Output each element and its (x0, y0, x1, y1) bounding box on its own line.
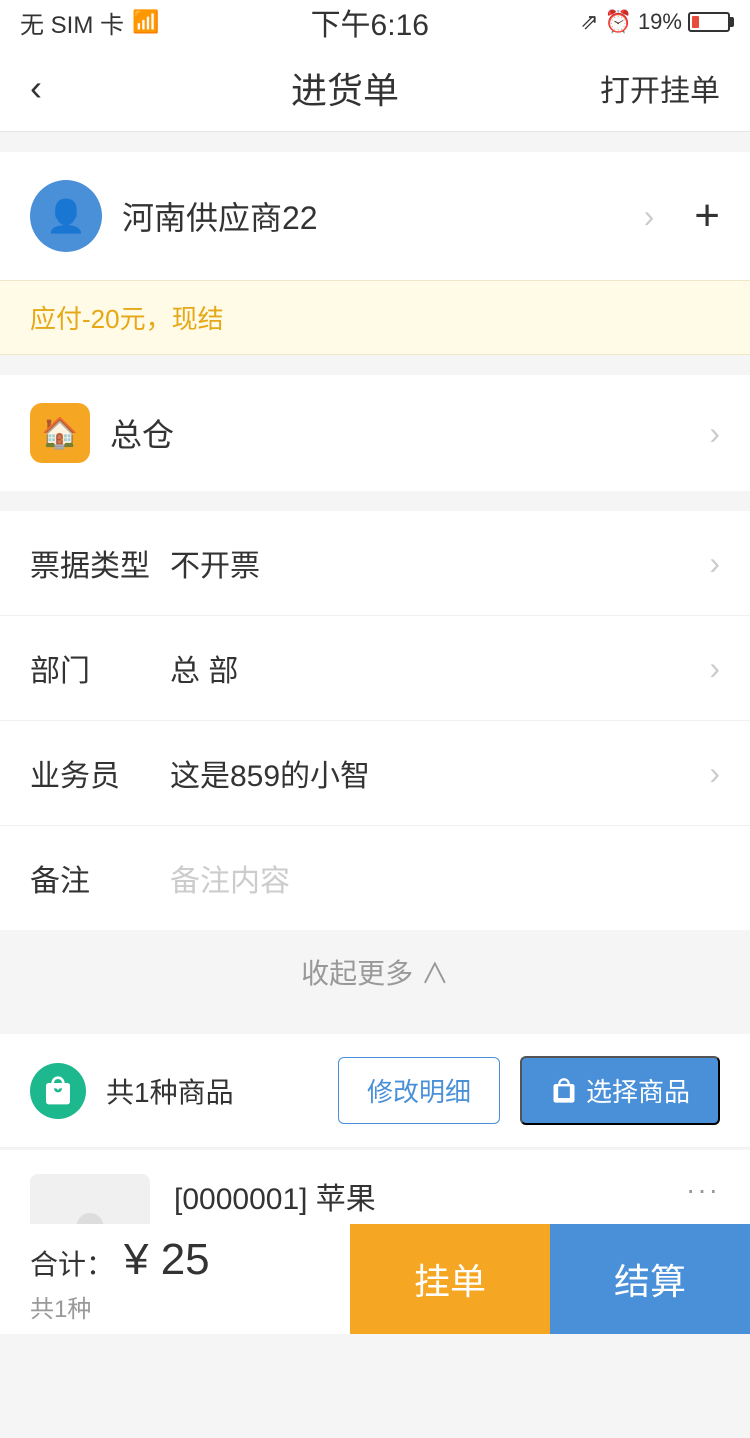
modify-detail-button[interactable]: 修改明细 (338, 1057, 500, 1124)
invoice-arrow-icon: › (709, 545, 720, 582)
cart-icon (550, 1077, 578, 1105)
supplier-row[interactable]: 👤 河南供应商22 › + (0, 152, 750, 280)
supplier-card: 👤 河南供应商22 › + 应付-20元，现结 (0, 152, 750, 355)
alarm-icon: ⏰ (605, 9, 632, 35)
dept-row[interactable]: 部门 总 部 › (0, 616, 750, 721)
status-time: 下午6:16 (311, 0, 429, 44)
invoice-type-label: 票据类型 (30, 541, 150, 585)
product-more-button[interactable]: ··· (686, 1174, 720, 1206)
avatar-icon: 👤 (46, 197, 86, 235)
staff-arrow-icon: › (709, 755, 720, 792)
gap-2 (0, 355, 750, 375)
add-supplier-button[interactable]: + (694, 194, 720, 238)
remark-row[interactable]: 备注 备注内容 (0, 826, 750, 930)
back-button[interactable]: ‹ (30, 67, 90, 109)
dept-label: 部门 (30, 646, 150, 690)
invoice-type-row[interactable]: 票据类型 不开票 › (0, 511, 750, 616)
dept-value: 总 部 (170, 646, 709, 690)
page-title: 进货单 (291, 62, 399, 114)
collapse-bar[interactable]: 收起更多 ∧ (0, 930, 750, 1014)
select-product-button[interactable]: 选择商品 (520, 1056, 720, 1125)
shopping-bag-icon (42, 1075, 74, 1107)
total-count: 共1种 (30, 1289, 350, 1324)
carrier-label: 无 SIM 卡 (20, 5, 124, 40)
product-count-label: 共1种商品 (106, 1071, 338, 1111)
total-amount: ¥ 25 (124, 1235, 210, 1285)
gap-4 (0, 1014, 750, 1034)
status-bar: 无 SIM 卡 📶 下午6:16 ⇗ ⏰ 19% (0, 0, 750, 44)
gap-1 (0, 132, 750, 152)
warehouse-card: 🏠 总仓 › (0, 375, 750, 491)
status-left: 无 SIM 卡 📶 (20, 5, 159, 40)
supplier-notice: 应付-20元，现结 (0, 280, 750, 355)
supplier-name: 河南供应商22 (122, 193, 644, 239)
wifi-icon: 📶 (132, 9, 159, 35)
staff-label: 业务员 (30, 751, 150, 795)
battery-icon (688, 12, 730, 32)
product-name: [0000001] 苹果 (174, 1174, 686, 1218)
product-count-icon (30, 1063, 86, 1119)
select-product-label: 选择商品 (586, 1072, 690, 1109)
hang-button[interactable]: 挂单 (350, 1224, 550, 1334)
dept-arrow-icon: › (709, 650, 720, 687)
warehouse-arrow-icon: › (709, 415, 720, 452)
invoice-type-value: 不开票 (170, 541, 709, 585)
form-card: 票据类型 不开票 › 部门 总 部 › 业务员 这是859的小智 › 备注 备注… (0, 511, 750, 930)
nav-bar: ‹ 进货单 打开挂单 (0, 44, 750, 132)
footer-spacer (0, 1318, 750, 1438)
open-pending-button[interactable]: 打开挂单 (600, 66, 720, 110)
supplier-arrow-icon: › (644, 198, 655, 235)
staff-value: 这是859的小智 (170, 751, 709, 795)
location-icon: ⇗ (580, 9, 598, 35)
warehouse-icon: 🏠 (30, 403, 90, 463)
footer: 合计： ¥ 25 共1种 挂单 结算 (0, 1224, 750, 1334)
warehouse-name: 总仓 (110, 410, 709, 456)
remark-label: 备注 (30, 856, 150, 900)
product-header: 共1种商品 修改明细 选择商品 (0, 1034, 750, 1148)
checkout-button[interactable]: 结算 (550, 1224, 750, 1334)
status-right: ⇗ ⏰ 19% (580, 9, 730, 35)
staff-row[interactable]: 业务员 这是859的小智 › (0, 721, 750, 826)
footer-total-row: 合计： ¥ 25 (30, 1235, 350, 1285)
warehouse-row[interactable]: 🏠 总仓 › (0, 375, 750, 491)
footer-total: 合计： ¥ 25 共1种 (0, 1224, 350, 1334)
battery-percent: 19% (638, 9, 682, 35)
remark-input[interactable]: 备注内容 (170, 856, 720, 900)
total-label: 合计： (30, 1243, 114, 1283)
battery-fill (692, 16, 699, 28)
gap-3 (0, 491, 750, 511)
supplier-avatar: 👤 (30, 180, 102, 252)
